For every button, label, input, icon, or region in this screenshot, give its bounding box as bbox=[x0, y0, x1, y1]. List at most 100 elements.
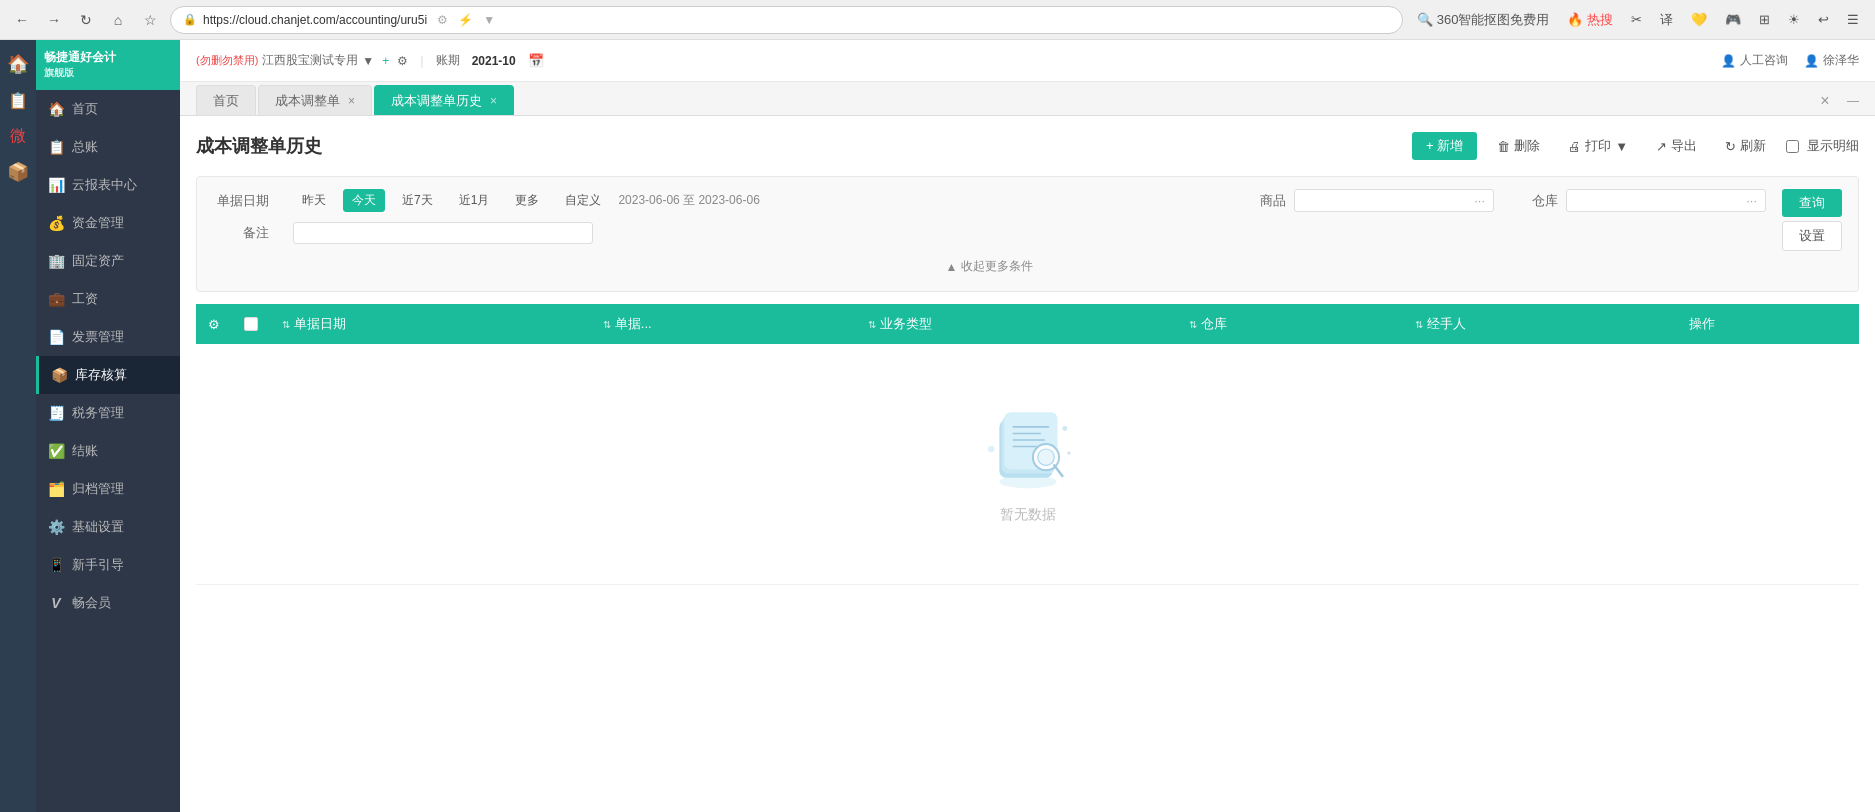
url-text: https://cloud.chanjet.com/accounting/uru… bbox=[203, 13, 427, 27]
tab-cost-adjust-close[interactable]: × bbox=[348, 94, 355, 108]
sidebar-label-settings: 基础设置 bbox=[72, 518, 124, 536]
game-tool[interactable]: 🎮 bbox=[1719, 10, 1747, 29]
remark-input[interactable] bbox=[293, 222, 593, 244]
sidebar-label-cloud-report: 云报表中心 bbox=[72, 176, 137, 194]
sidebar-item-cloud-report[interactable]: 📊 云报表中心 bbox=[36, 166, 180, 204]
th-warehouse-sort-icon: ⇅ bbox=[1189, 319, 1197, 330]
settings-tool[interactable]: ☀ bbox=[1782, 10, 1806, 29]
add-company-icon[interactable]: + bbox=[382, 54, 389, 68]
sidebar-item-settings[interactable]: ⚙️ 基础设置 bbox=[36, 508, 180, 546]
rail-item-4[interactable]: 📦 bbox=[2, 156, 34, 188]
reload-button[interactable]: ↻ bbox=[74, 8, 98, 32]
shortcut-today[interactable]: 今天 bbox=[343, 189, 385, 212]
address-bar[interactable]: 🔒 https://cloud.chanjet.com/accounting/u… bbox=[170, 6, 1403, 34]
refresh-btn[interactable]: ↻ 刷新 bbox=[1717, 133, 1774, 159]
svg-point-11 bbox=[1062, 426, 1067, 431]
logo-sub: 旗舰版 bbox=[44, 66, 116, 80]
menu-tool[interactable]: ☰ bbox=[1841, 10, 1865, 29]
tab-history-label: 成本调整单历史 bbox=[391, 92, 482, 110]
sidebar-item-ledger[interactable]: 📋 总账 bbox=[36, 128, 180, 166]
shortcut-yesterday[interactable]: 昨天 bbox=[293, 189, 335, 212]
calendar-icon[interactable]: 📅 bbox=[528, 53, 544, 68]
rail-item-active[interactable]: 🏠 bbox=[2, 48, 34, 80]
sidebar-item-vip[interactable]: V 畅会员 bbox=[36, 584, 180, 622]
new-btn[interactable]: + 新增 bbox=[1412, 132, 1477, 160]
goods-input[interactable]: ··· bbox=[1294, 189, 1494, 212]
empty-state-row: 暂无数据 bbox=[196, 344, 1859, 585]
warehouse-more-icon[interactable]: ··· bbox=[1746, 193, 1757, 208]
collapse-up-icon: ▲ bbox=[946, 260, 958, 274]
home-button[interactable]: ⌂ bbox=[106, 8, 130, 32]
company-selector[interactable]: (勿删勿禁用) 江西股宝测试专用 ▼ + ⚙ bbox=[196, 52, 408, 69]
undo-tool[interactable]: ↩ bbox=[1812, 10, 1835, 29]
sidebar-item-home[interactable]: 🏠 首页 bbox=[36, 90, 180, 128]
window-minimize-btn[interactable]: — bbox=[1839, 87, 1867, 115]
hot-search[interactable]: 🔥 热搜 bbox=[1561, 9, 1619, 31]
sidebar-item-tax[interactable]: 🧾 税务管理 bbox=[36, 394, 180, 432]
wallet-tool[interactable]: 💛 bbox=[1685, 10, 1713, 29]
export-btn[interactable]: ↗ 导出 bbox=[1648, 133, 1705, 159]
tab-history-close[interactable]: × bbox=[490, 94, 497, 108]
sidebar-item-inventory[interactable]: 📦 库存核算 bbox=[36, 356, 180, 394]
th-checkbox[interactable] bbox=[232, 304, 270, 344]
inventory-icon: 📦 bbox=[51, 367, 67, 383]
user-service-btn[interactable]: 👤 人工咨询 bbox=[1721, 52, 1788, 69]
remark-input-field[interactable] bbox=[302, 226, 584, 240]
print-btn[interactable]: 🖨 打印 ▼ bbox=[1560, 133, 1636, 159]
goods-input-field[interactable] bbox=[1303, 194, 1474, 208]
th-date[interactable]: ⇅ 单据日期 bbox=[270, 304, 591, 344]
sidebar-label-archive: 归档管理 bbox=[72, 480, 124, 498]
query-btn[interactable]: 查询 bbox=[1782, 189, 1842, 217]
period-value: 2021-10 bbox=[472, 54, 516, 68]
scissors-tool[interactable]: ✂ bbox=[1625, 10, 1648, 29]
sidebar-item-closing[interactable]: ✅ 结账 bbox=[36, 432, 180, 470]
rail-item-2[interactable]: 📋 bbox=[2, 84, 34, 116]
window-close-btn[interactable]: × bbox=[1811, 87, 1839, 115]
sidebar-item-salary[interactable]: 💼 工资 bbox=[36, 280, 180, 318]
translate-tool[interactable]: 译 bbox=[1654, 9, 1679, 31]
profile-icon: 👤 bbox=[1804, 54, 1819, 68]
th-settings[interactable]: ⚙ bbox=[196, 304, 232, 344]
tab-cost-adjust[interactable]: 成本调整单 × bbox=[258, 85, 372, 115]
collapse-btn[interactable]: ▲ 收起更多条件 bbox=[213, 254, 1766, 279]
shortcut-more[interactable]: 更多 bbox=[506, 189, 548, 212]
sidebar-item-archive[interactable]: 🗂️ 归档管理 bbox=[36, 470, 180, 508]
search-tool[interactable]: 🔍 360智能抠图免费用 bbox=[1411, 9, 1555, 31]
display-checkbox[interactable] bbox=[1786, 140, 1799, 153]
rail-item-weibo[interactable]: 微 bbox=[2, 120, 34, 152]
service-label: 人工咨询 bbox=[1740, 52, 1788, 69]
tab-cost-adjust-history[interactable]: 成本调整单历史 × bbox=[374, 85, 514, 115]
forward-button[interactable]: → bbox=[42, 8, 66, 32]
th-type-sort-icon: ⇅ bbox=[868, 319, 876, 330]
tab-home[interactable]: 首页 bbox=[196, 85, 256, 115]
display-label: 显示明细 bbox=[1807, 137, 1859, 155]
settings-gear-icon[interactable]: ⚙ bbox=[208, 317, 220, 332]
shortcut-1month[interactable]: 近1月 bbox=[450, 189, 499, 212]
select-all-checkbox[interactable] bbox=[244, 317, 258, 331]
company-settings-icon[interactable]: ⚙ bbox=[397, 54, 408, 68]
back-button[interactable]: ← bbox=[10, 8, 34, 32]
warehouse-input[interactable]: ··· bbox=[1566, 189, 1766, 212]
invoice-icon: 📄 bbox=[48, 329, 64, 345]
th-number[interactable]: ⇅ 单据... bbox=[591, 304, 857, 344]
th-handler[interactable]: ⇅ 经手人 bbox=[1403, 304, 1676, 344]
sidebar-item-fixed-assets[interactable]: 🏢 固定资产 bbox=[36, 242, 180, 280]
th-number-sort-icon: ⇅ bbox=[603, 319, 611, 330]
bookmark-button[interactable]: ☆ bbox=[138, 8, 162, 32]
sidebar-item-invoice[interactable]: 📄 发票管理 bbox=[36, 318, 180, 356]
sidebar: 畅捷通好会计 旗舰版 🏠 首页 📋 总账 📊 云报表中心 💰 资金管理 bbox=[36, 40, 180, 812]
th-type[interactable]: ⇅ 业务类型 bbox=[856, 304, 1177, 344]
shortcut-7days[interactable]: 近7天 bbox=[393, 189, 442, 212]
shortcut-custom[interactable]: 自定义 bbox=[556, 189, 610, 212]
set-btn[interactable]: 设置 bbox=[1782, 221, 1842, 251]
display-toggle[interactable]: 显示明细 bbox=[1786, 137, 1859, 155]
goods-more-icon[interactable]: ··· bbox=[1474, 193, 1485, 208]
user-profile-btn[interactable]: 👤 徐泽华 bbox=[1804, 52, 1859, 69]
vip-icon: V bbox=[48, 595, 64, 611]
th-warehouse[interactable]: ⇅ 仓库 bbox=[1177, 304, 1403, 344]
delete-btn[interactable]: 🗑 删除 bbox=[1489, 133, 1548, 159]
sidebar-item-guide[interactable]: 📱 新手引导 bbox=[36, 546, 180, 584]
grid-tool[interactable]: ⊞ bbox=[1753, 10, 1776, 29]
sidebar-item-fund[interactable]: 💰 资金管理 bbox=[36, 204, 180, 242]
warehouse-input-field[interactable] bbox=[1575, 194, 1746, 208]
